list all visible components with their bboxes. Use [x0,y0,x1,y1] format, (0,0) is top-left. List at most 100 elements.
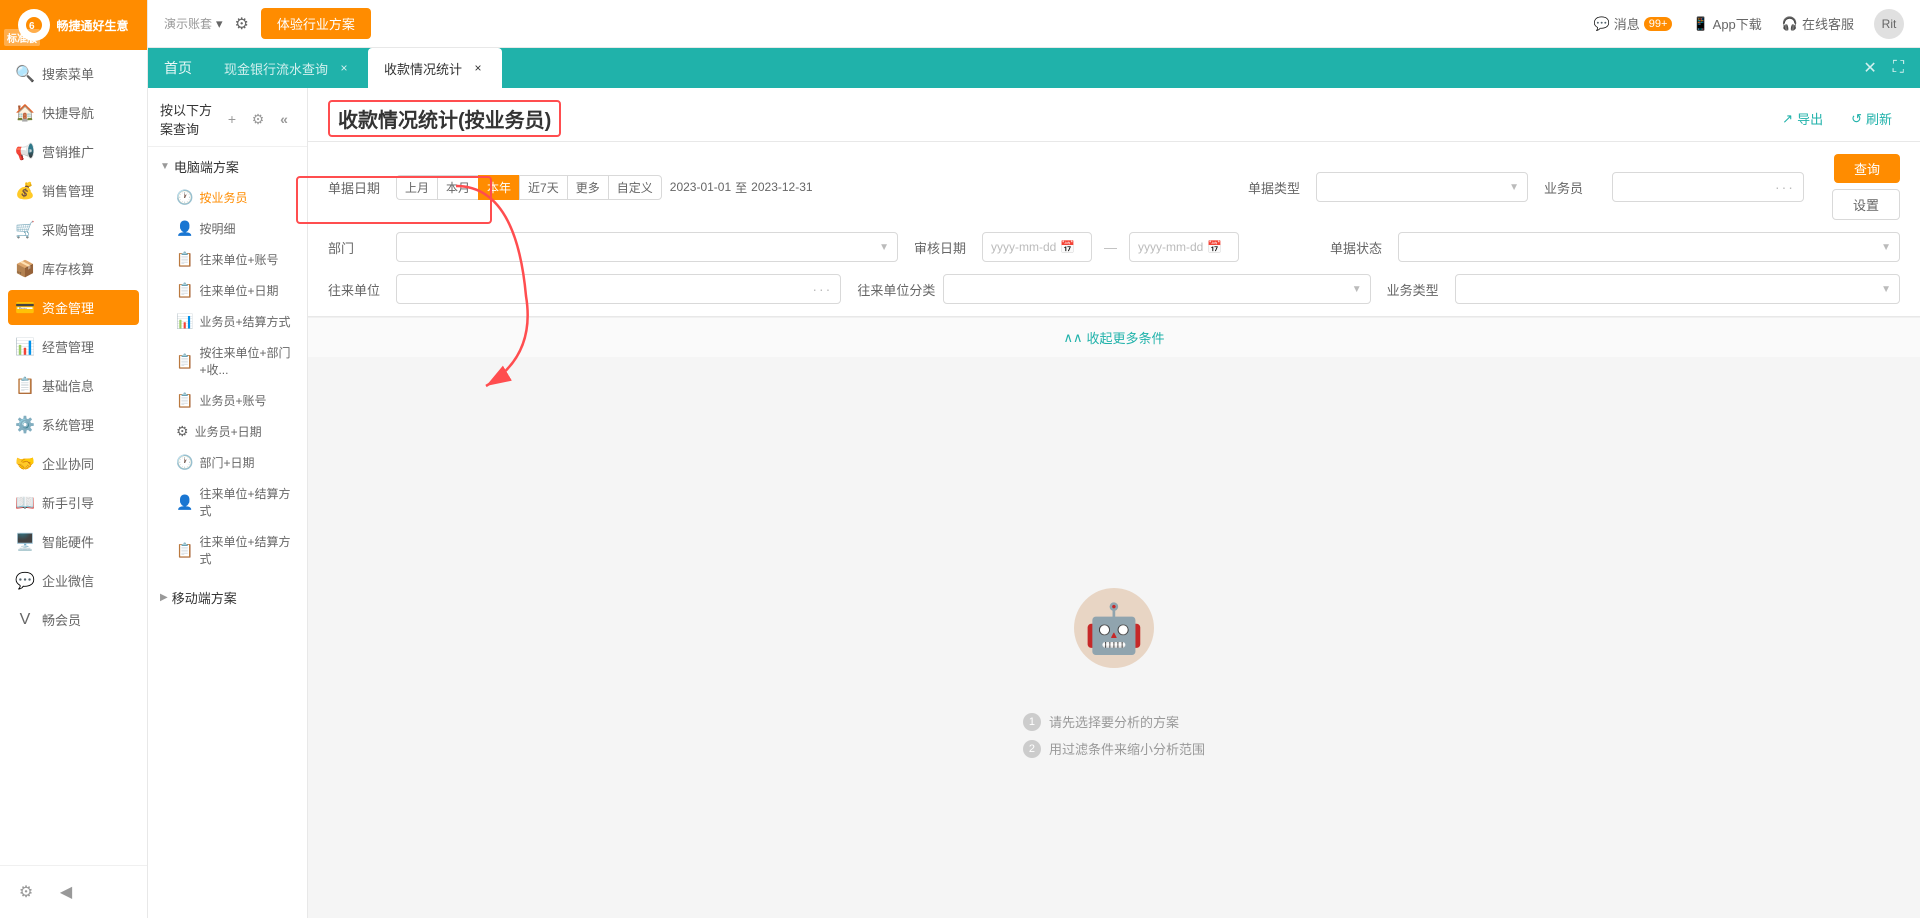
query-button[interactable]: 查询 [1834,154,1900,183]
salesman-select[interactable]: ··· [1612,172,1804,202]
sidebar-item-system[interactable]: ⚙️ 系统管理 [0,405,147,444]
scheme-partner-settle2[interactable]: 📋 往来单位+结算方式 [148,526,307,574]
audit-from-placeholder: yyyy-mm-dd [991,240,1056,254]
filter-panel-header: 按以下方案查询 + ⚙ « [148,88,307,147]
sidebar-item-wechat[interactable]: 💬 企业微信 [0,561,147,600]
date-tab-this-year[interactable]: 本年 [478,175,519,200]
dept-label: 部门 [328,238,388,257]
date-tab-custom[interactable]: 自定义 [608,175,662,200]
audit-date-field: 审核日期 yyyy-mm-dd 📅 — yyyy-mm-dd 📅 [914,232,1314,262]
sidebar-item-hardware[interactable]: 🖥️ 智能硬件 [0,522,147,561]
company-name: 演示账套 [164,15,212,32]
pc-section-header[interactable]: ▼ 电脑端方案 [148,151,307,182]
collapse-sidebar-btn[interactable]: ◀ [52,878,80,906]
bill-type-select[interactable]: ▼ [1316,172,1528,202]
scheme-dept-date[interactable]: 🕐 部门+日期 [148,447,307,478]
system-icon: ⚙️ [16,416,34,434]
tab-bank-close[interactable]: × [336,60,352,76]
partner-dots-icon[interactable]: ··· [812,281,832,297]
dots-icon[interactable]: ··· [1775,179,1795,195]
scheme-settings-btn[interactable]: ⚙ [247,108,269,130]
scheme-by-salesman[interactable]: 🕐 按业务员 [148,182,307,213]
detail-icon: 👤 [176,220,193,237]
sidebar-item-basic[interactable]: 📋 基础信息 [0,366,147,405]
date-tab-more[interactable]: 更多 [567,175,608,200]
filter-settings-button[interactable]: 设置 [1832,189,1900,220]
export-button[interactable]: ↗ 导出 [1774,105,1831,132]
sidebar-item-shortcut[interactable]: 🏠 快捷导航 [0,93,147,132]
date-tab-last-month[interactable]: 上月 [396,175,437,200]
refresh-icon: ↺ [1851,111,1862,127]
sidebar-item-sales[interactable]: 💰 销售管理 [0,171,147,210]
sidebar-nav: 🔍 搜索菜单 🏠 快捷导航 📢 营销推广 💰 销售管理 🛒 采购管理 📦 库存核… [0,50,147,865]
sidebar-item-member[interactable]: V 畅会员 [0,600,147,639]
biz-type-field: 业务类型 ▼ [1387,274,1900,304]
home-icon: 🏠 [16,104,34,122]
sidebar-item-purchase[interactable]: 🛒 采购管理 [0,210,147,249]
partner-class-select[interactable]: ▼ [943,274,1370,304]
sidebar-item-finance[interactable]: 💳 资金管理 [8,290,139,325]
partner-class-label: 往来单位分类 [857,280,935,299]
user-avatar[interactable]: Rit [1874,9,1904,39]
tab-bank[interactable]: 现金银行流水查询 × [208,48,368,88]
filter-panel-title: 按以下方案查询 [160,100,217,138]
tab-receipt-close[interactable]: × [470,60,486,76]
tip-item-2: 2 用过滤条件来缩小分析范围 [1023,739,1205,758]
message-item[interactable]: 💬 消息 99+ [1594,14,1673,33]
date-tab-7days[interactable]: 近7天 [519,175,567,200]
bill-status-select[interactable]: ▼ [1398,232,1900,262]
collapse-label: 收起更多条件 [1087,328,1165,347]
collapse-panel-btn[interactable]: « [273,108,295,130]
sidebar-item-marketing[interactable]: 📢 营销推广 [0,132,147,171]
online-service-item[interactable]: 🎧 在线客服 [1782,14,1854,33]
settings-footer-btn[interactable]: ⚙ [12,878,40,906]
scheme-label: 往来单位+日期 [199,282,278,299]
topbar-settings-btn[interactable]: ⚙ [235,14,249,34]
audit-date-from[interactable]: yyyy-mm-dd 📅 [982,232,1092,262]
sales-icon: 💰 [16,182,34,200]
service-icon: 🎧 [1782,16,1798,32]
maximize-window-btn[interactable]: ⛶ [1889,55,1908,81]
dept-select[interactable]: ▼ [396,232,898,262]
scheme-partner-account[interactable]: 📋 往来单位+账号 [148,244,307,275]
scheme-by-detail[interactable]: 👤 按明细 [148,213,307,244]
topbar: 演示账套 ▾ ⚙ 体验行业方案 💬 消息 99+ 📱 App下载 🎧 在线客服 … [148,0,1920,48]
mobile-section-header[interactable]: ▶ 移动端方案 [148,582,307,613]
partner-class-field: 往来单位分类 ▼ [857,274,1370,304]
sidebar-item-guide[interactable]: 📖 新手引导 [0,483,147,522]
scheme-partner-dept[interactable]: 📋 按往来单位+部门+收... [148,337,307,385]
sidebar-item-operation[interactable]: 📊 经营管理 [0,327,147,366]
tabbar: 首页 现金银行流水查询 × 收款情况统计 × ✕ ⛶ [148,48,1920,88]
tab-home[interactable]: 首页 [148,48,208,88]
close-window-btn[interactable]: ✕ [1859,54,1880,82]
date-tab-this-month[interactable]: 本月 [437,175,478,200]
scheme-salesman-account[interactable]: 📋 业务员+账号 [148,385,307,416]
date-from: 2023-01-01 [670,180,731,194]
mobile-arrow-icon: ▶ [160,592,168,603]
scheme-salesman-settle[interactable]: 📊 业务员+结算方式 [148,306,307,337]
tab-receipt[interactable]: 收款情况统计 × [368,48,502,88]
salesman-date-icon: ⚙ [176,423,189,440]
collapse-button[interactable]: ∧∧ 收起更多条件 [1063,328,1164,347]
plan-button[interactable]: 体验行业方案 [261,8,371,39]
biz-type-select[interactable]: ▼ [1455,274,1900,304]
partner-select[interactable]: ··· [396,274,841,304]
date-to: 2023-12-31 [751,180,812,194]
user-name: Rit [1882,17,1897,31]
collapse-row: ∧∧ 收起更多条件 [308,317,1920,357]
status-chevron-icon: ▼ [1881,242,1891,253]
biz-type-label: 业务类型 [1387,280,1447,299]
tip-num-1: 1 [1023,713,1041,731]
sidebar-item-enterprise[interactable]: 🤝 企业协同 [0,444,147,483]
scheme-partner-date[interactable]: 📋 往来单位+日期 [148,275,307,306]
audit-date-to[interactable]: yyyy-mm-dd 📅 [1129,232,1239,262]
refresh-button[interactable]: ↺ 刷新 [1843,105,1900,132]
message-label: 消息 [1614,14,1640,33]
add-scheme-btn[interactable]: + [221,108,243,130]
scheme-salesman-date[interactable]: ⚙ 业务员+日期 [148,416,307,447]
scheme-partner-settle1[interactable]: 👤 往来单位+结算方式 [148,478,307,526]
sidebar-item-inventory[interactable]: 📦 库存核算 [0,249,147,288]
sidebar-item-search[interactable]: 🔍 搜索菜单 [0,54,147,93]
sidebar-item-label: 企业微信 [42,571,94,590]
app-download-item[interactable]: 📱 App下载 [1692,14,1761,33]
